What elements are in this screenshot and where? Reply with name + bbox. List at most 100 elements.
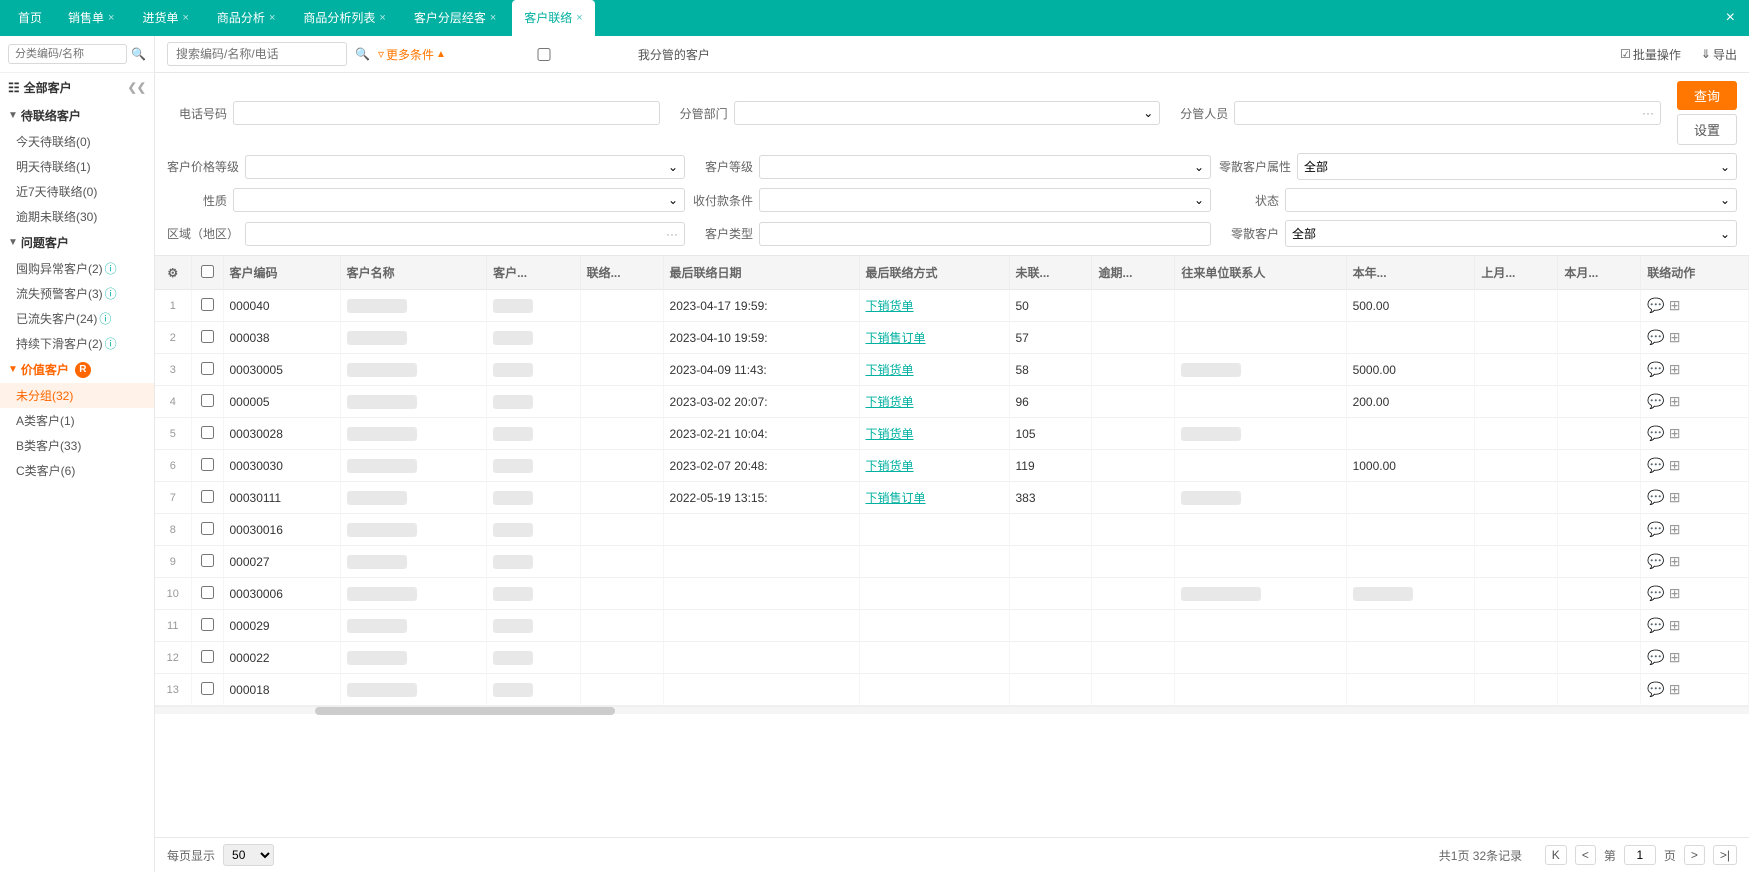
nav-tab-purchase[interactable]: 进货单 × [130, 0, 200, 36]
grid-icon[interactable]: ⊞ [1669, 297, 1681, 314]
row-checkbox[interactable] [201, 522, 214, 535]
row-checkbox-cell[interactable] [191, 674, 223, 706]
sidebar-item-class-b[interactable]: B类客户(33) [0, 433, 154, 458]
grid-icon[interactable]: ⊞ [1669, 553, 1681, 570]
row-checkbox[interactable] [201, 362, 214, 375]
filter-region-select[interactable]: ··· [245, 222, 685, 246]
close-product-list-tab-icon[interactable]: × [379, 0, 385, 36]
row-checkbox-cell[interactable] [191, 642, 223, 674]
row-checkbox-cell[interactable] [191, 322, 223, 354]
chat-icon[interactable]: 💬 [1647, 361, 1664, 378]
filter-nature-select[interactable]: ⌄ [233, 188, 685, 212]
chat-icon[interactable]: 💬 [1647, 649, 1664, 666]
sidebar-item-abnormal[interactable]: 囤购异常客户(2) ⓘ [0, 256, 154, 281]
sidebar-item-ungrouped[interactable]: 未分组(32) [0, 383, 154, 408]
grid-icon[interactable]: ⊞ [1669, 393, 1681, 410]
more-dots-icon[interactable]: ··· [1642, 106, 1654, 120]
sidebar-item-churned[interactable]: 已流失客户(24) ⓘ [0, 306, 154, 331]
filter-payment-select[interactable]: ⌄ [759, 188, 1211, 212]
grid-icon[interactable]: ⊞ [1669, 649, 1681, 666]
chat-icon[interactable]: 💬 [1647, 585, 1664, 602]
horizontal-scrollbar[interactable] [155, 706, 1749, 714]
sidebar-item-declining[interactable]: 持续下滑客户(2) ⓘ [0, 331, 154, 356]
grid-icon[interactable]: ⊞ [1669, 425, 1681, 442]
sidebar-item-7days[interactable]: 近7天待联络(0) [0, 179, 154, 204]
filter-manager-input[interactable]: ··· [1234, 101, 1661, 125]
row-checkbox[interactable] [201, 426, 214, 439]
close-product-analysis-tab-icon[interactable]: × [269, 0, 275, 36]
filter-customer-type-input[interactable] [759, 222, 1211, 246]
row-checkbox[interactable] [201, 298, 214, 311]
chat-icon[interactable]: 💬 [1647, 681, 1664, 698]
grid-icon[interactable]: ⊞ [1669, 489, 1681, 506]
select-all-checkbox[interactable] [201, 265, 214, 278]
close-sales-tab-icon[interactable]: × [108, 0, 114, 36]
sidebar-search-input[interactable] [8, 44, 127, 64]
chat-icon[interactable]: 💬 [1647, 617, 1664, 634]
nav-tab-product-analysis[interactable]: 商品分析 × [205, 0, 287, 36]
row-checkbox-cell[interactable] [191, 450, 223, 482]
row-checkbox-cell[interactable] [191, 418, 223, 450]
grid-icon[interactable]: ⊞ [1669, 617, 1681, 634]
row-checkbox[interactable] [201, 458, 214, 471]
chat-icon[interactable]: 💬 [1647, 297, 1664, 314]
nav-tab-sales[interactable]: 销售单 × [56, 0, 126, 36]
last-way-link[interactable]: 下销货单 [866, 459, 914, 473]
sidebar-all-customers[interactable]: ☷ 全部客户 ❮❮ [0, 73, 154, 102]
chat-icon[interactable]: 💬 [1647, 457, 1664, 474]
sidebar-item-class-a[interactable]: A类客户(1) [0, 408, 154, 433]
next-page-button[interactable]: > [1684, 845, 1705, 865]
nav-tab-customer-segment[interactable]: 客户分层经客 × [402, 0, 508, 36]
close-purchase-tab-icon[interactable]: × [182, 0, 188, 36]
chat-icon[interactable]: 💬 [1647, 425, 1664, 442]
sidebar-category-pending[interactable]: ▼ 待联络客户 [0, 102, 154, 129]
row-checkbox[interactable] [201, 650, 214, 663]
scrollbar-thumb[interactable] [315, 707, 615, 715]
col-checkbox[interactable] [191, 256, 223, 290]
row-checkbox-cell[interactable] [191, 546, 223, 578]
sidebar-category-problem[interactable]: ▼ 问题客户 [0, 229, 154, 256]
last-page-button[interactable]: >| [1713, 845, 1737, 865]
export-button[interactable]: ⇓ 导出 [1701, 46, 1737, 63]
my-customers-checkbox[interactable] [454, 48, 634, 61]
window-close-button[interactable]: × [1720, 9, 1741, 27]
sidebar-category-value[interactable]: ▼ 价值客户 R [0, 356, 154, 383]
current-page-input[interactable] [1624, 845, 1656, 865]
filter-sparse-attr-select[interactable]: 全部 ⌄ [1297, 153, 1737, 180]
chat-icon[interactable]: 💬 [1647, 329, 1664, 346]
row-checkbox[interactable] [201, 394, 214, 407]
last-way-link[interactable]: 下销售订单 [866, 331, 926, 345]
nav-tab-customer-contact[interactable]: 客户联络 × [512, 0, 594, 36]
batch-operation-button[interactable]: ☑ 批量操作 [1620, 46, 1681, 63]
more-conditions-button[interactable]: ▿ 更多条件 ▲ [378, 46, 446, 63]
sidebar-search-icon[interactable]: 🔍 [131, 47, 146, 61]
more-dots-region-icon[interactable]: ··· [666, 227, 678, 241]
chat-icon[interactable]: 💬 [1647, 521, 1664, 538]
row-checkbox-cell[interactable] [191, 578, 223, 610]
last-way-link[interactable]: 下销货单 [866, 363, 914, 377]
grid-icon[interactable]: ⊞ [1669, 329, 1681, 346]
search-icon[interactable]: 🔍 [355, 47, 370, 61]
sidebar-item-today[interactable]: 今天待联络(0) [0, 129, 154, 154]
row-checkbox-cell[interactable] [191, 514, 223, 546]
sidebar-item-tomorrow[interactable]: 明天待联络(1) [0, 154, 154, 179]
last-way-link[interactable]: 下销货单 [866, 427, 914, 441]
filter-department-select[interactable]: ⌄ [734, 101, 1161, 125]
grid-icon[interactable]: ⊞ [1669, 681, 1681, 698]
filter-customer-level-select[interactable]: ⌄ [759, 155, 1211, 179]
search-input[interactable] [167, 42, 347, 66]
grid-icon[interactable]: ⊞ [1669, 585, 1681, 602]
row-checkbox-cell[interactable] [191, 290, 223, 322]
grid-icon[interactable]: ⊞ [1669, 457, 1681, 474]
row-checkbox-cell[interactable] [191, 354, 223, 386]
reset-button[interactable]: 设置 [1677, 114, 1737, 145]
row-checkbox[interactable] [201, 554, 214, 567]
sidebar-item-churn-warning[interactable]: 流失预警客户(3) ⓘ [0, 281, 154, 306]
sidebar-item-overdue[interactable]: 逾期未联络(30) [0, 204, 154, 229]
settings-icon[interactable]: ⚙ [167, 266, 178, 280]
close-customer-segment-tab-icon[interactable]: × [490, 0, 496, 36]
last-way-link[interactable]: 下销售订单 [866, 491, 926, 505]
query-button[interactable]: 查询 [1677, 81, 1737, 110]
row-checkbox-cell[interactable] [191, 610, 223, 642]
filter-status-select[interactable]: ⌄ [1285, 188, 1737, 212]
